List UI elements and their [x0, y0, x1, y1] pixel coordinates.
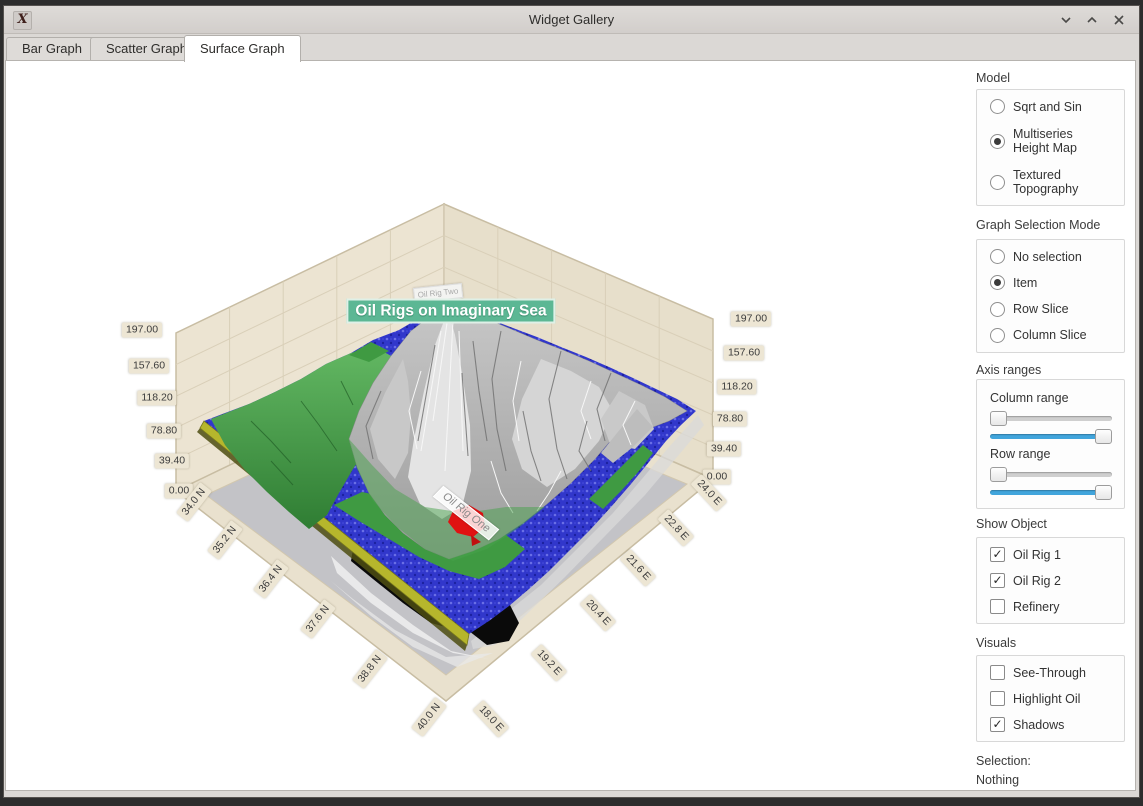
minimize-icon[interactable]: [1057, 12, 1075, 28]
radio-item[interactable]: Item: [990, 275, 1116, 290]
elevation-tick-left: 118.20: [137, 391, 176, 406]
radio-textured-topography[interactable]: Textured Topography: [990, 168, 1116, 196]
slider-handle[interactable]: [990, 411, 1007, 426]
elevation-tick-right: 118.20: [717, 380, 756, 395]
elevation-tick-left: 157.60: [129, 359, 169, 374]
axis-ranges-section-label: Axis ranges: [976, 363, 1041, 377]
slider-handle[interactable]: [1095, 485, 1112, 500]
elevation-tick-right: 157.60: [724, 346, 764, 361]
radio-multiseries-height-map[interactable]: Multiseries Height Map: [990, 127, 1116, 155]
elevation-tick-right: 78.80: [713, 412, 747, 427]
slider-handle[interactable]: [1095, 429, 1112, 444]
row-range-max-slider[interactable]: [990, 485, 1112, 493]
column-range-label: Column range: [990, 391, 1116, 405]
slider-handle[interactable]: [990, 467, 1007, 482]
radio-icon: [990, 328, 1005, 343]
checkbox-icon: [990, 665, 1005, 680]
radio-icon: [990, 99, 1005, 114]
title-bar: X Widget Gallery: [4, 6, 1139, 34]
column-range-max-slider[interactable]: [990, 429, 1112, 437]
show-object-groupbox: ✓ Oil Rig 1 ✓ Oil Rig 2 Refinery: [976, 537, 1125, 624]
selection-mode-section-label: Graph Selection Mode: [976, 218, 1100, 232]
radio-no-selection[interactable]: No selection: [990, 249, 1116, 264]
column-range-min-slider[interactable]: [990, 411, 1112, 419]
checkbox-checked-icon: ✓: [990, 547, 1005, 562]
elevation-tick-left: 39.40: [155, 454, 189, 469]
tab-surface-graph[interactable]: Surface Graph: [184, 35, 301, 62]
checkbox-checked-icon: ✓: [990, 573, 1005, 588]
checkbox-refinery[interactable]: Refinery: [990, 599, 1116, 614]
tab-bar-graph[interactable]: Bar Graph: [6, 37, 98, 60]
row-range-min-slider[interactable]: [990, 467, 1112, 475]
radio-icon: [990, 302, 1005, 317]
checkbox-oil-rig-1[interactable]: ✓ Oil Rig 1: [990, 547, 1116, 562]
model-section-label: Model: [976, 71, 1010, 85]
app-window: X Widget Gallery Bar Graph Scatter Graph…: [4, 6, 1139, 797]
radio-icon: [990, 175, 1005, 190]
checkbox-shadows[interactable]: ✓ Shadows: [990, 717, 1116, 732]
show-object-section-label: Show Object: [976, 517, 1047, 531]
visuals-groupbox: See-Through Highlight Oil ✓ Shadows: [976, 655, 1125, 742]
window-title: Widget Gallery: [4, 6, 1139, 33]
selection-status-value: Nothing: [976, 773, 1019, 787]
tab-bar: Bar Graph Scatter Graph Surface Graph: [4, 33, 1139, 60]
checkbox-oil-rig-2[interactable]: ✓ Oil Rig 2: [990, 573, 1116, 588]
checkbox-icon: [990, 691, 1005, 706]
model-groupbox: Sqrt and Sin Multiseries Height Map Text…: [976, 89, 1125, 206]
radio-icon: [990, 249, 1005, 264]
radio-selected-icon: [990, 134, 1005, 149]
visuals-section-label: Visuals: [976, 636, 1016, 650]
surface-graph-page: Oil Rig Two Oil Rigs on Imaginary Sea Oi…: [5, 60, 1136, 791]
checkbox-checked-icon: ✓: [990, 717, 1005, 732]
selection-status-label: Selection:: [976, 754, 1031, 768]
elevation-tick-right: 39.40: [707, 442, 741, 457]
selection-mode-groupbox: No selection Item Row Slice Column Slice: [976, 239, 1125, 353]
axis-ranges-groupbox: Column range Row range: [976, 379, 1125, 509]
radio-selected-icon: [990, 275, 1005, 290]
elevation-tick-left: 78.80: [147, 424, 181, 439]
row-range-label: Row range: [990, 447, 1116, 461]
graph-title: Oil Rigs on Imaginary Sea: [346, 299, 555, 324]
radio-column-slice[interactable]: Column Slice: [990, 328, 1116, 343]
close-icon[interactable]: [1110, 12, 1128, 28]
checkbox-see-through[interactable]: See-Through: [990, 665, 1116, 680]
elevation-tick-left: 197.00: [122, 323, 162, 338]
checkbox-highlight-oil[interactable]: Highlight Oil: [990, 691, 1116, 706]
checkbox-icon: [990, 599, 1005, 614]
maximize-icon[interactable]: [1083, 12, 1101, 28]
elevation-tick-right: 197.00: [731, 312, 771, 327]
radio-sqrt-and-sin[interactable]: Sqrt and Sin: [990, 99, 1116, 114]
radio-row-slice[interactable]: Row Slice: [990, 302, 1116, 317]
